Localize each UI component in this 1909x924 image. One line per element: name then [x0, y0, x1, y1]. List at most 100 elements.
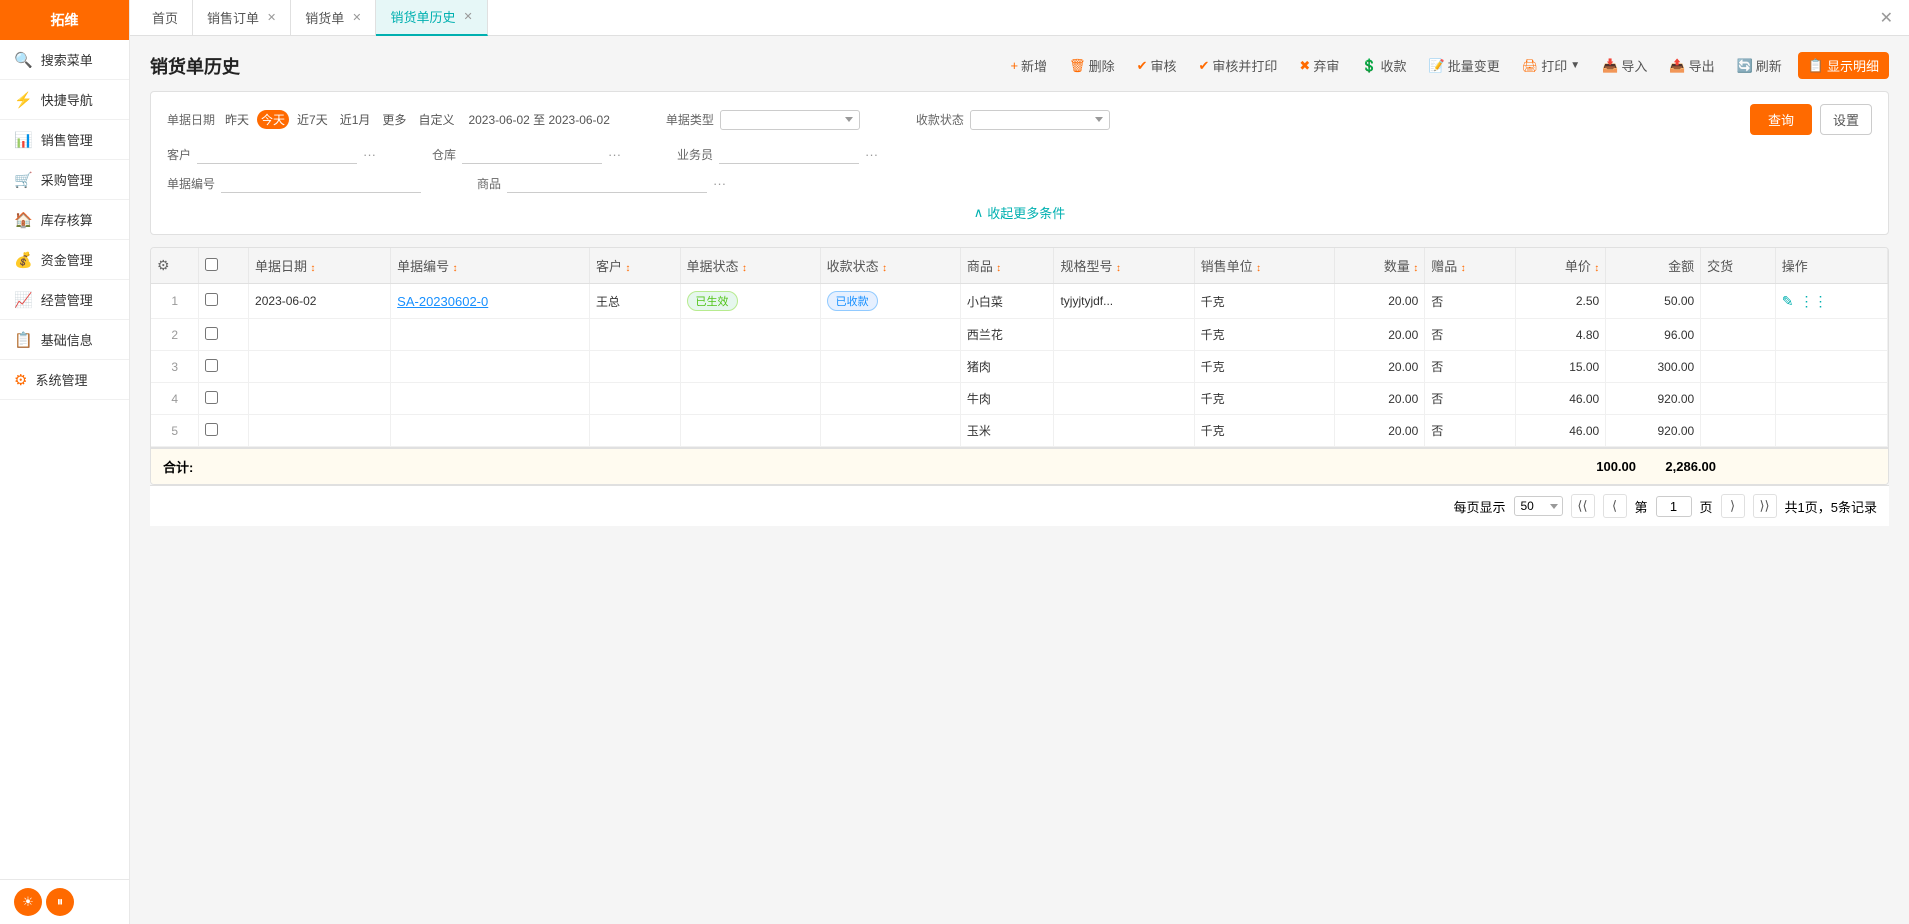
tab-home[interactable]: 首页	[138, 0, 193, 36]
cell-doc-no[interactable]: SA-20230602-0	[391, 284, 590, 319]
th-unit-price[interactable]: 单价 ↕	[1515, 248, 1605, 284]
cell-customer: 王总	[590, 284, 680, 319]
warehouse-input[interactable]	[462, 145, 602, 164]
doc-no-input[interactable]	[221, 174, 421, 193]
page-header: 销货单历史 + 新增 🗑 删除 ✔ 审核 ✔ 审核并打印	[150, 52, 1889, 79]
select-all-checkbox[interactable]	[205, 258, 218, 271]
sidebar-item-quick-nav[interactable]: ⚡ 快捷导航	[0, 80, 129, 120]
sidebar-item-sales-mgmt[interactable]: 📊 销售管理	[0, 120, 129, 160]
cell-qty: 20.00	[1334, 284, 1424, 319]
refresh-button[interactable]: 🔄 刷新	[1731, 52, 1788, 79]
warehouse-dots[interactable]: ···	[608, 147, 621, 162]
cell-checkbox[interactable]	[199, 415, 249, 447]
salesperson-input[interactable]	[719, 145, 859, 164]
more-action-icon[interactable]: ⋮⋮	[1799, 293, 1827, 310]
sidebar-item-purchase-mgmt[interactable]: 🛒 采购管理	[0, 160, 129, 200]
gear-th-icon[interactable]: ⚙	[157, 257, 170, 273]
th-gift[interactable]: 赠品 ↕	[1425, 248, 1515, 284]
next-page-button[interactable]: ⟩	[1721, 494, 1745, 518]
cell-row-num: 3	[151, 351, 199, 383]
collect-button[interactable]: 💲 收款	[1355, 52, 1412, 79]
export-button[interactable]: 📤 导出	[1663, 52, 1720, 79]
th-customer[interactable]: 客户 ↕	[590, 248, 680, 284]
cell-checkbox[interactable]	[199, 383, 249, 415]
th-action: 操作	[1775, 248, 1887, 284]
last-page-button[interactable]: ⟩⟩	[1753, 494, 1777, 518]
row-checkbox[interactable]	[205, 359, 218, 372]
filter-customer: 客户 ···	[167, 145, 376, 164]
add-button[interactable]: + 新增	[1004, 52, 1053, 79]
print-button[interactable]: 🖨 打印 ▼	[1516, 52, 1586, 79]
sort-unit-price-icon: ↕	[1594, 263, 1599, 274]
tab-sales-history[interactable]: 销货单历史 ✕	[376, 0, 487, 36]
cell-checkbox[interactable]	[199, 284, 249, 319]
row-checkbox[interactable]	[205, 327, 218, 340]
th-amount-label: 金额	[1668, 259, 1694, 274]
tab-sales-delivery[interactable]: 销货单 ✕	[291, 0, 376, 36]
th-doc-date[interactable]: 单据日期 ↕	[249, 248, 391, 284]
export-icon: 📤	[1669, 58, 1685, 74]
table-row: 4牛肉千克20.00否46.00920.00	[151, 383, 1888, 415]
th-gear[interactable]: ⚙	[151, 248, 199, 284]
sidebar-pause-button[interactable]: ⏸	[46, 888, 74, 916]
abandon-button[interactable]: ✖ 弃审	[1293, 52, 1345, 79]
show-detail-button[interactable]: 📋 显示明细	[1798, 52, 1889, 79]
import-button[interactable]: 📥 导入	[1596, 52, 1653, 79]
first-page-button[interactable]: ⟨⟨	[1571, 494, 1595, 518]
tab-close-all-button[interactable]: ✕	[1872, 8, 1901, 28]
sidebar-item-operations[interactable]: 📈 经营管理	[0, 280, 129, 320]
th-doc-status[interactable]: 单据状态 ↕	[680, 248, 820, 284]
filter-warehouse: 仓库 ···	[432, 145, 621, 164]
cell-payment-status	[820, 415, 960, 447]
th-doc-no[interactable]: 单据编号 ↕	[391, 248, 590, 284]
audit-print-button[interactable]: ✔ 审核并打印	[1193, 52, 1284, 79]
customer-input[interactable]	[197, 145, 357, 164]
collapse-icon: ∧	[974, 205, 984, 221]
row-checkbox[interactable]	[205, 423, 218, 436]
th-spec[interactable]: 规格型号 ↕	[1054, 248, 1194, 284]
cell-row-num: 5	[151, 415, 199, 447]
tab-sales-delivery-close[interactable]: ✕	[352, 11, 361, 24]
th-qty[interactable]: 数量 ↕	[1334, 248, 1424, 284]
doc-type-select[interactable]	[720, 110, 860, 130]
date-custom-btn[interactable]: 自定义	[414, 110, 458, 129]
th-payment-status[interactable]: 收款状态 ↕	[820, 248, 960, 284]
date-more-btn[interactable]: 更多	[378, 110, 410, 129]
query-button[interactable]: 查询	[1750, 104, 1812, 135]
row-checkbox[interactable]	[205, 293, 218, 306]
table-header-row: ⚙ 单据日期 ↕ 单据编号 ↕ 客户 ↕	[151, 248, 1888, 284]
tab-sales-order[interactable]: 销售订单 ✕	[193, 0, 291, 36]
sidebar-item-base-info[interactable]: 📋 基础信息	[0, 320, 129, 360]
page-size-select[interactable]: 10 20 50 100	[1514, 496, 1563, 516]
th-sales-unit[interactable]: 销售单位 ↕	[1194, 248, 1334, 284]
sidebar-item-search-menu[interactable]: 🔍 搜索菜单	[0, 40, 129, 80]
cell-checkbox[interactable]	[199, 351, 249, 383]
goods-dots[interactable]: ···	[713, 176, 726, 191]
cell-checkbox[interactable]	[199, 319, 249, 351]
sidebar-item-inventory[interactable]: 🏠 库存核算	[0, 200, 129, 240]
delete-button[interactable]: 🗑 删除	[1063, 52, 1121, 79]
page-input[interactable]	[1656, 496, 1692, 517]
doc-no-link[interactable]: SA-20230602-0	[397, 294, 488, 309]
sidebar-sun-button[interactable]: ☀	[14, 888, 42, 916]
setting-button[interactable]: 设置	[1820, 104, 1872, 135]
sidebar-item-sys-mgmt[interactable]: ⚙ 系统管理	[0, 360, 129, 400]
salesperson-dots[interactable]: ···	[865, 147, 878, 162]
tab-sales-history-close[interactable]: ✕	[464, 10, 473, 23]
date-today-btn[interactable]: 今天	[257, 110, 289, 129]
collapse-button[interactable]: ∧ 收起更多条件	[167, 203, 1872, 222]
goods-input[interactable]	[507, 174, 707, 193]
edit-action-icon[interactable]: ✎	[1782, 293, 1794, 310]
tab-sales-order-close[interactable]: ✕	[267, 11, 276, 24]
date-last7-btn[interactable]: 近7天	[293, 110, 332, 129]
customer-dots[interactable]: ···	[363, 147, 376, 162]
payment-status-select[interactable]	[970, 110, 1110, 130]
batch-change-button[interactable]: 📝 批量变更	[1423, 52, 1506, 79]
audit-button[interactable]: ✔ 审核	[1131, 52, 1183, 79]
date-lastmonth-btn[interactable]: 近1月	[336, 110, 375, 129]
row-checkbox[interactable]	[205, 391, 218, 404]
th-goods[interactable]: 商品 ↕	[960, 248, 1054, 284]
prev-page-button[interactable]: ⟨	[1603, 494, 1627, 518]
sidebar-item-finance[interactable]: 💰 资金管理	[0, 240, 129, 280]
date-yesterday-btn[interactable]: 昨天	[221, 110, 253, 129]
